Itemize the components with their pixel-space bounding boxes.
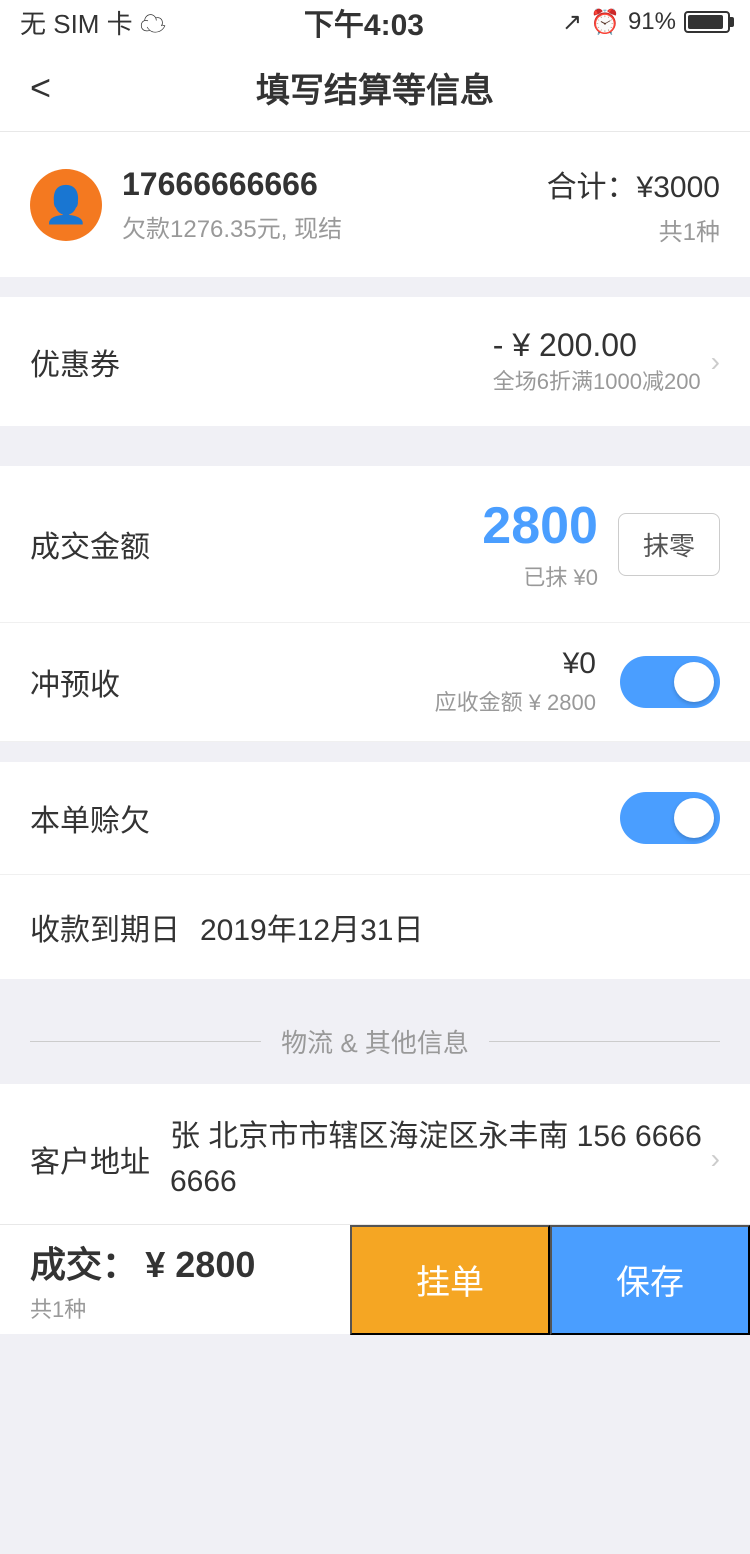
status-time: 下午4:03 xyxy=(304,0,424,44)
prepay-right: ¥0 应收金额 ¥ 2800 xyxy=(435,647,720,717)
logistics-line-left xyxy=(30,1041,261,1042)
address-row[interactable]: 客户地址 张 北京市市辖区海淀区永丰南 156 6666 6666 › xyxy=(0,1084,750,1234)
coupon-row[interactable]: 优惠券 - ¥ 200.00 全场6折满1000减200 › xyxy=(0,297,750,426)
coupon-value-area: - ¥ 200.00 全场6折满1000减200 xyxy=(493,327,701,396)
coupon-label: 优惠券 xyxy=(30,340,120,384)
location-icon: ↗ xyxy=(562,8,582,37)
bottom-total: 成交： ¥ 2800 xyxy=(30,1236,320,1288)
due-date-label: 收款到期日 xyxy=(30,905,180,949)
save-button[interactable]: 保存 xyxy=(550,1225,750,1335)
sim-status: 无 SIM 卡 ☁ xyxy=(20,4,166,41)
customer-left: 👤 17666666666 欠款1276.35元, 现结 xyxy=(30,166,342,244)
page-title: 填写结算等信息 xyxy=(90,63,660,112)
avatar-icon: 👤 xyxy=(44,184,89,226)
bottom-count: 共1种 xyxy=(30,1292,320,1324)
prepay-amount-area: ¥0 应收金额 ¥ 2800 xyxy=(435,647,596,717)
deal-amount: 2800 xyxy=(482,496,598,556)
prepay-sub: 应收金额 ¥ 2800 xyxy=(435,685,596,717)
customer-phone: 17666666666 xyxy=(122,166,342,203)
logistics-title: 物流 & 其他信息 xyxy=(281,1023,469,1060)
bottom-summary: 成交： ¥ 2800 共1种 xyxy=(0,1236,350,1324)
credit-label: 本单赊欠 xyxy=(30,796,150,840)
due-date-value: 2019年12月31日 xyxy=(200,905,423,949)
battery-icon xyxy=(684,11,730,33)
logistics-line-right xyxy=(489,1041,720,1042)
customer-right: 合计：¥3000 共1种 xyxy=(547,162,720,247)
due-date-row: 收款到期日 2019年12月31日 xyxy=(0,874,750,979)
deal-sub: 已抹 ¥0 xyxy=(482,560,598,592)
moling-button[interactable]: 抹零 xyxy=(618,513,720,576)
deal-right: 2800 已抹 ¥0 抹零 xyxy=(482,496,720,592)
battery-fill xyxy=(688,15,723,29)
credit-toggle[interactable] xyxy=(620,792,720,844)
status-left: 无 SIM 卡 ☁ xyxy=(20,4,166,41)
deal-amount-row: 成交金额 2800 已抹 ¥0 抹零 xyxy=(0,466,750,623)
address-label: 客户地址 xyxy=(30,1137,150,1181)
credit-row: 本单赊欠 xyxy=(0,762,750,874)
customer-info: 17666666666 欠款1276.35元, 现结 xyxy=(122,166,342,244)
back-button[interactable]: < xyxy=(30,67,90,109)
address-value: 张 北京市市辖区海淀区永丰南 156 6666 6666 xyxy=(170,1114,711,1204)
prepay-row: 冲预收 ¥0 应收金额 ¥ 2800 xyxy=(0,623,750,742)
avatar: 👤 xyxy=(30,169,102,241)
status-bar: 无 SIM 卡 ☁ 下午4:03 ↗ ⏰ 91% xyxy=(0,0,750,44)
total-amount: 合计：¥3000 xyxy=(547,162,720,206)
prepay-toggle[interactable] xyxy=(620,656,720,708)
bottom-bar: 成交： ¥ 2800 共1种 挂单 保存 xyxy=(0,1224,750,1334)
pending-button[interactable]: 挂单 xyxy=(350,1225,550,1335)
bottom-summary-amount: ¥ 2800 xyxy=(145,1244,255,1285)
bottom-summary-label: 成交： xyxy=(30,1244,138,1285)
section-divider-2 xyxy=(0,742,750,762)
coupon-right: - ¥ 200.00 全场6折满1000减200 › xyxy=(493,327,720,396)
battery-percent: 91% xyxy=(628,8,676,36)
deal-amount-area: 2800 已抹 ¥0 xyxy=(482,496,598,592)
customer-card: 👤 17666666666 欠款1276.35元, 现结 合计：¥3000 共1… xyxy=(0,132,750,277)
nav-bar: < 填写结算等信息 xyxy=(0,44,750,132)
customer-sub: 欠款1276.35元, 现结 xyxy=(122,209,342,244)
deal-label: 成交金额 xyxy=(30,522,150,566)
form-section: 成交金额 2800 已抹 ¥0 抹零 冲预收 ¥0 应收金额 ¥ 2800 xyxy=(0,466,750,742)
coupon-desc: 全场6折满1000减200 xyxy=(493,364,701,396)
logistics-header: 物流 & 其他信息 xyxy=(0,999,750,1084)
section-divider-1 xyxy=(0,446,750,466)
chevron-right-icon: › xyxy=(711,346,720,378)
prepay-amount: ¥0 xyxy=(435,647,596,681)
deal-value-area: 2800 已抹 ¥0 抹零 xyxy=(482,496,720,592)
address-chevron-icon: › xyxy=(711,1143,720,1175)
alarm-icon: ⏰ xyxy=(590,8,620,37)
coupon-value: - ¥ 200.00 xyxy=(493,327,701,364)
prepay-label: 冲预收 xyxy=(30,660,120,704)
status-right: ↗ ⏰ 91% xyxy=(562,8,730,37)
main-content: 👤 17666666666 欠款1276.35元, 现结 合计：¥3000 共1… xyxy=(0,132,750,1554)
total-count: 共1种 xyxy=(547,212,720,247)
